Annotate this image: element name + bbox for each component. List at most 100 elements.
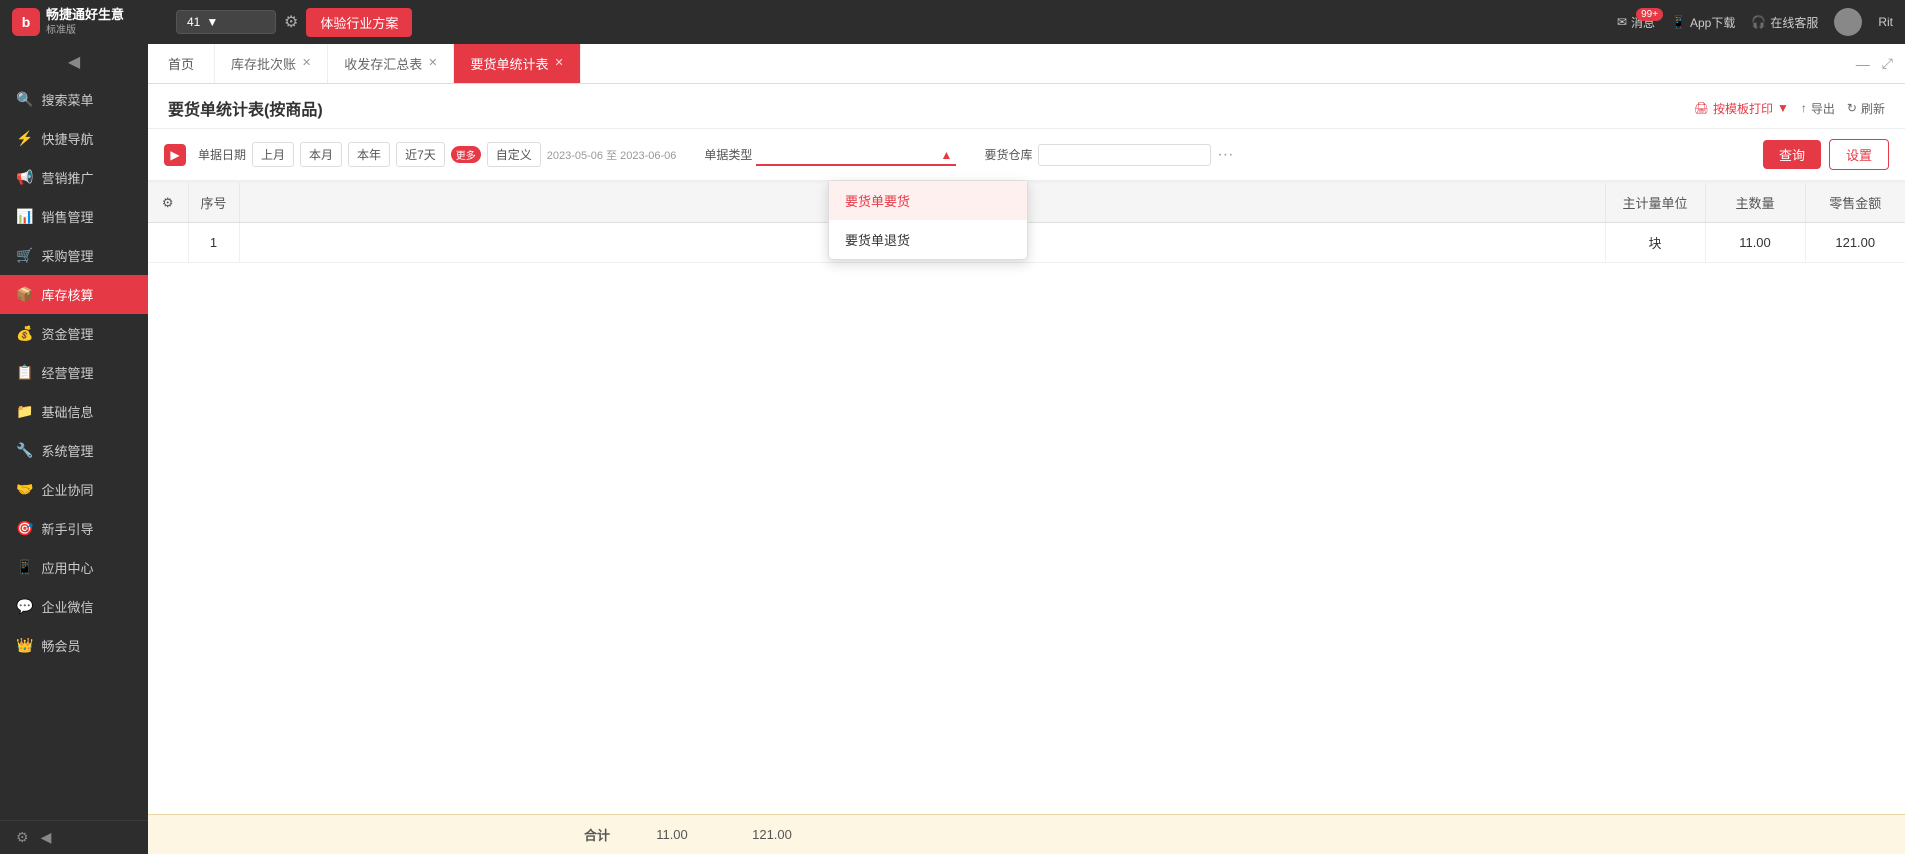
sidebar-item-sales[interactable]: 📊 销售管理 <box>0 197 148 236</box>
trial-button[interactable]: 体验行业方案 <box>306 8 412 37</box>
cell-amount: 121.00 <box>1805 223 1905 263</box>
sidebar-icon-marketing: 📢 <box>16 169 33 186</box>
table-footer: 合计 11.00 121.00 <box>148 814 1905 854</box>
refresh-label: 刷新 <box>1861 100 1885 117</box>
print-template-button[interactable]: 🖨 按模板打印 ▼ <box>1694 100 1789 117</box>
online-service-label: 在线客服 <box>1770 14 1818 31</box>
footer-amount: 121.00 <box>722 827 822 842</box>
store-selector[interactable]: 41 ▼ <box>176 10 276 34</box>
username: Rit <box>1878 15 1893 29</box>
header-center: 41 ▼ ⚙ 体验行业方案 <box>160 8 1617 37</box>
sidebar-item-purchase[interactable]: 🛒采购管理 <box>0 236 148 275</box>
online-service-button[interactable]: 🎧 在线客服 <box>1751 14 1818 31</box>
app-version: 标准版 <box>46 24 124 37</box>
print-icon: 🖨 <box>1694 101 1709 115</box>
message-badge: 99+ <box>1636 8 1663 21</box>
sidebar-label-system: 系统管理 <box>41 441 93 460</box>
type-dropdown-menu: 要货单要货 要货单退货 <box>828 180 1028 260</box>
sidebar-icon-guide: 🎯 <box>16 520 33 537</box>
refresh-icon: ↻ <box>1847 101 1857 115</box>
sidebar-item-search[interactable]: 🔍搜索菜单 <box>0 80 148 119</box>
tab-recv-summary[interactable]: 收发存汇总表 ✕ <box>328 44 454 83</box>
page-actions: 🖨 按模板打印 ▼ ↑ 导出 ↻ 刷新 <box>1694 100 1885 117</box>
date-this-year-btn[interactable]: 本年 <box>348 142 390 167</box>
sidebar-item-guide[interactable]: 🎯新手引导 <box>0 509 148 548</box>
table-settings-button[interactable]: 设置 <box>1829 139 1889 170</box>
page-header: 要货单统计表(按商品) 🖨 按模板打印 ▼ ↑ 导出 ↻ 刷新 <box>148 84 1905 129</box>
app-name: 畅捷通好生意 <box>46 7 124 24</box>
sidebar-icon-operations: 📋 <box>16 364 33 381</box>
th-no: 序号 <box>188 183 239 223</box>
sidebar: ◀ 🔍搜索菜单⚡快捷导航 📢 营销推广 📊 销售管理 🛒采购管理📦库存核算💰资金管理 📋 经营… <box>0 44 148 854</box>
store-name: 41 <box>187 15 200 29</box>
sidebar-item-enterprise[interactable]: 🤝企业协同 <box>0 470 148 509</box>
sidebar-icon-enterprise: 🤝 <box>16 481 33 498</box>
tab-order-stats[interactable]: 要货单统计表 ✕ <box>454 44 580 83</box>
sidebar-item-finance[interactable]: 💰资金管理 <box>0 314 148 353</box>
logo: b 畅捷通好生意 标准版 <box>12 7 160 37</box>
tab-inventory-batch-label: 库存批次账 <box>231 54 296 73</box>
sidebar-item-wechat[interactable]: 💬企业微信 <box>0 587 148 626</box>
dropdown-item-order-goods-label: 要货单要货 <box>845 194 910 209</box>
query-button[interactable]: 查询 <box>1763 140 1821 169</box>
warehouse-filter-input[interactable] <box>1038 144 1211 166</box>
sidebar-item-operations[interactable]: 📋 经营管理 <box>0 353 148 392</box>
dropdown-item-order-goods[interactable]: 要货单要货 <box>829 181 1027 220</box>
sidebar-icon-sales: 📊 <box>16 208 33 225</box>
cell-empty <box>148 223 188 263</box>
avatar[interactable] <box>1834 8 1862 36</box>
tab-recv-summary-label: 收发存汇总表 <box>344 54 422 73</box>
sidebar-label-marketing: 营销推广 <box>41 168 93 187</box>
sidebar-item-appstore[interactable]: 📱应用中心 <box>0 548 148 587</box>
app-download-button[interactable]: 📱 App下载 <box>1671 14 1735 31</box>
message-button[interactable]: ✉ 消息 99+ <box>1617 14 1655 31</box>
sidebar-label-basic: 基础信息 <box>41 402 93 421</box>
tab-inventory-batch[interactable]: 库存批次账 ✕ <box>215 44 328 83</box>
table-area: ⚙ 序号 商品 主计量单位 主数量 零售金额 1 <box>148 183 1905 814</box>
sidebar-item-inventory[interactable]: 📦库存核算 <box>0 275 148 314</box>
date-last-month-btn[interactable]: 上月 <box>252 142 294 167</box>
tab-minimize-icon[interactable]: — <box>1852 52 1874 76</box>
sidebar-label-purchase: 采购管理 <box>41 246 93 265</box>
type-filter-chevron-icon[interactable]: ▲ <box>941 148 953 162</box>
sidebar-icon-system: 🔧 <box>16 442 33 459</box>
tab-bar: 首页 库存批次账 ✕ 收发存汇总表 ✕ 要货单统计表 ✕ — ⤢ <box>148 44 1905 84</box>
tab-expand-icon[interactable]: ⤢ <box>1878 51 1897 76</box>
sidebar-item-marketing[interactable]: 📢 营销推广 <box>0 158 148 197</box>
th-qty: 主数量 <box>1705 183 1805 223</box>
more-filter-icon[interactable]: ··· <box>1217 146 1233 164</box>
sidebar-icon-members: 👑 <box>16 637 33 654</box>
tab-inventory-batch-close[interactable]: ✕ <box>302 58 311 69</box>
date-last-7days-btn[interactable]: 近7天 <box>396 142 445 167</box>
export-button[interactable]: ↑ 导出 <box>1801 100 1835 117</box>
sidebar-label-operations: 经营管理 <box>41 363 93 382</box>
dropdown-item-order-return[interactable]: 要货单退货 <box>829 220 1027 259</box>
tab-actions: — ⤢ <box>1852 51 1905 76</box>
date-more-badge[interactable]: 更多 <box>451 146 481 163</box>
sidebar-item-basic[interactable]: 📁基础信息 <box>0 392 148 431</box>
tab-home[interactable]: 首页 <box>148 44 215 83</box>
sidebar-label-inventory: 库存核算 <box>41 285 93 304</box>
filter-expand-button[interactable]: ▶ <box>164 144 186 166</box>
collapse-bottom-icon[interactable]: ◀ <box>41 829 52 846</box>
sidebar-item-members[interactable]: 👑畅会员 <box>0 626 148 665</box>
tab-recv-summary-close[interactable]: ✕ <box>428 58 437 69</box>
logo-icon: b <box>12 8 40 36</box>
type-filter-input[interactable] <box>756 144 956 166</box>
sidebar-item-system[interactable]: 🔧 系统管理 <box>0 431 148 470</box>
settings-bottom-icon[interactable]: ⚙ <box>16 829 29 846</box>
warehouse-filter-group: 要货仓库 ··· <box>984 144 1233 166</box>
th-settings[interactable]: ⚙ <box>148 183 188 223</box>
refresh-button[interactable]: ↻ 刷新 <box>1847 100 1885 117</box>
tab-order-stats-label: 要货单统计表 <box>470 54 548 73</box>
sidebar-item-quicknav[interactable]: ⚡快捷导航 <box>0 119 148 158</box>
tab-order-stats-close[interactable]: ✕ <box>555 58 564 69</box>
sidebar-label-sales: 销售管理 <box>41 207 93 226</box>
date-this-month-btn[interactable]: 本月 <box>300 142 342 167</box>
date-custom-btn[interactable]: 自定义 <box>487 142 541 167</box>
sidebar-toggle-top[interactable]: ◀ <box>0 44 148 80</box>
sidebar-label-wechat: 企业微信 <box>41 597 93 616</box>
header-settings-icon[interactable]: ⚙ <box>284 12 298 32</box>
page-content: 要货单统计表(按商品) 🖨 按模板打印 ▼ ↑ 导出 ↻ 刷新 <box>148 84 1905 854</box>
sidebar-label-finance: 资金管理 <box>41 324 93 343</box>
